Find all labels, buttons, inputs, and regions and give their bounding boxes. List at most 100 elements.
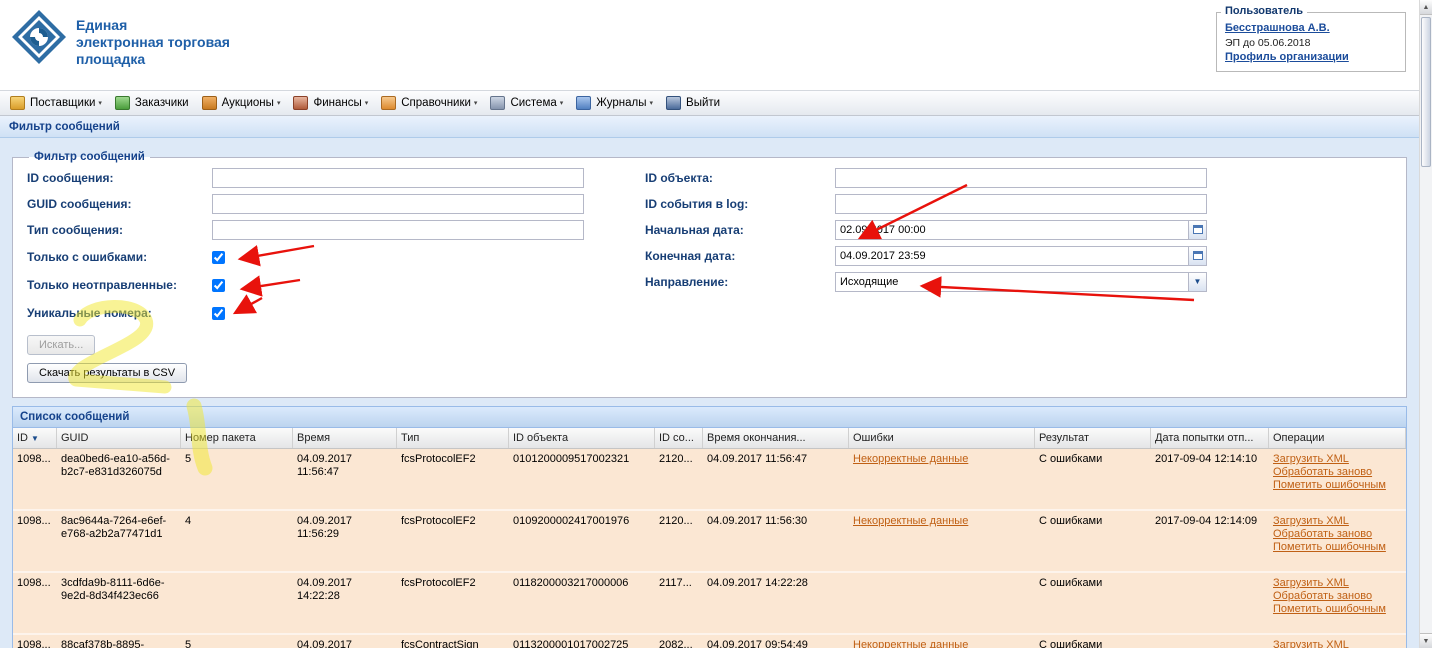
cell-guid: 3cdfda9b-8111-6d6e-9e2d-8d34f423ec66 xyxy=(61,577,165,602)
column-header-errors[interactable]: Ошибки xyxy=(849,428,1035,448)
cell-time: 04.09.2017 11:56:47 xyxy=(297,453,353,478)
column-header-operations[interactable]: Операции xyxy=(1269,428,1406,448)
message-guid-input[interactable] xyxy=(212,193,584,214)
menu-item-finances[interactable]: Финансы ▾ xyxy=(289,93,377,113)
column-header-guid[interactable]: GUID xyxy=(57,428,181,448)
cell-errors: Некорректные данные xyxy=(849,449,1035,509)
load-xml-link[interactable]: Загрузить XML xyxy=(1273,639,1402,648)
load-xml-link[interactable]: Загрузить XML xyxy=(1273,453,1402,466)
cell-result: С ошибками xyxy=(1039,639,1103,648)
cell-guid: 88caf378b-8895-08b7c5 xyxy=(61,639,145,648)
cell-operations: Загрузить XML Обработать заново Пометить… xyxy=(1269,511,1406,571)
cell-object-id: 0109200002417001976 xyxy=(513,515,630,527)
column-header-id[interactable]: ID ▼ xyxy=(13,428,57,448)
message-type-input[interactable] xyxy=(212,219,584,240)
user-panel-legend: Пользователь xyxy=(1221,5,1308,17)
table-row: 1098... 3cdfda9b-8111-6d6e-9e2d-8d34f423… xyxy=(13,573,1406,635)
cell-result: С ошибками xyxy=(1039,515,1103,527)
mark-erroneous-link[interactable]: Пометить ошибочным xyxy=(1273,603,1402,616)
app-title-line: площадка xyxy=(76,51,146,67)
table-row: 1098... 88caf378b-8895-08b7c5 5 04.09.20… xyxy=(13,635,1406,648)
column-header-time[interactable]: Время xyxy=(293,428,397,448)
reprocess-link[interactable]: Обработать заново xyxy=(1273,528,1402,541)
cell-id: 1098... xyxy=(17,453,51,465)
log-event-id-label: ID события в log: xyxy=(645,196,749,211)
start-date-calendar-button[interactable] xyxy=(1189,219,1207,240)
only-errors-checkbox[interactable] xyxy=(212,250,225,264)
cell-operations: Загрузить XML Обработать заново Пометить… xyxy=(1269,449,1406,509)
mark-erroneous-link[interactable]: Пометить ошибочным xyxy=(1273,541,1402,554)
error-details-link[interactable]: Некорректные данные xyxy=(853,453,968,465)
cell-type: fcsProtocolEF2 xyxy=(401,515,476,527)
vertical-scrollbar[interactable]: ▲ ▼ xyxy=(1419,0,1432,648)
cell-end-time: 04.09.2017 14:22:28 xyxy=(707,577,808,589)
reprocess-link[interactable]: Обработать заново xyxy=(1273,590,1402,603)
download-csv-button[interactable]: Скачать результаты в CSV xyxy=(27,363,188,383)
scroll-up-icon[interactable]: ▲ xyxy=(1420,0,1432,15)
menu-item-system[interactable]: Система ▾ xyxy=(486,93,572,113)
unique-numbers-checkbox[interactable] xyxy=(212,306,225,320)
message-id-input[interactable] xyxy=(212,167,584,188)
column-header-event-id[interactable]: ID со... xyxy=(655,428,703,448)
cell-attempt-date: 2017-09-04 12:14:10 xyxy=(1155,453,1258,465)
menu-item-customers[interactable]: Заказчики xyxy=(111,93,198,113)
finances-icon xyxy=(293,96,309,110)
load-xml-link[interactable]: Загрузить XML xyxy=(1273,515,1402,528)
cell-packet: 5 xyxy=(185,639,192,648)
column-header-result[interactable]: Результат xyxy=(1035,428,1151,448)
end-date-input[interactable] xyxy=(835,245,1189,266)
sort-desc-icon: ▼ xyxy=(31,434,39,443)
org-profile-link[interactable]: Профиль организации xyxy=(1225,50,1397,65)
cell-id: 1098... xyxy=(17,577,51,589)
column-header-object-id[interactable]: ID объекта xyxy=(509,428,655,448)
cell-event-id: 2120... xyxy=(659,453,693,465)
column-header-packet[interactable]: Номер пакета xyxy=(181,428,293,448)
column-header-type[interactable]: Тип xyxy=(397,428,509,448)
log-event-id-input[interactable] xyxy=(835,193,1207,214)
scroll-down-icon[interactable]: ▼ xyxy=(1420,633,1432,648)
only-unsent-checkbox[interactable] xyxy=(212,278,225,292)
column-header-end-time[interactable]: Время окончания... xyxy=(703,428,849,448)
start-date-input[interactable] xyxy=(835,219,1189,240)
cell-end-time: 04.09.2017 09:54:49 xyxy=(707,639,808,648)
start-date-label: Начальная дата: xyxy=(645,222,744,237)
calendar-icon xyxy=(1192,225,1203,234)
only-unsent-label: Только неотправленные: xyxy=(27,278,177,292)
user-name-link[interactable]: Бесстрашнова А.В. xyxy=(1225,21,1397,36)
cell-errors: Некорректные данные xyxy=(849,511,1035,571)
error-details-link[interactable]: Некорректные данные xyxy=(853,639,968,648)
results-panel-header: Список сообщений xyxy=(13,407,1406,428)
auctions-icon xyxy=(201,96,217,110)
mark-erroneous-link[interactable]: Пометить ошибочным xyxy=(1273,479,1402,492)
exit-icon xyxy=(666,96,682,110)
table-row: 1098... dea0bed6-ea10-a56d-b2c7-e831d326… xyxy=(13,449,1406,511)
message-type-label: Тип сообщения: xyxy=(27,222,123,237)
cell-end-time: 04.09.2017 11:56:30 xyxy=(707,515,808,527)
column-header-attempt-date[interactable]: Дата попытки отп... xyxy=(1151,428,1269,448)
chevron-down-icon: ▾ xyxy=(559,100,564,107)
menu-item-suppliers[interactable]: Поставщики ▾ xyxy=(6,93,111,113)
chevron-down-icon: ▼ xyxy=(1193,276,1202,286)
menu-item-auctions[interactable]: Аукционы ▾ xyxy=(198,93,290,113)
scrollbar-thumb[interactable] xyxy=(1421,17,1431,167)
error-details-link[interactable]: Некорректные данные xyxy=(853,515,968,527)
search-button[interactable]: Искать... xyxy=(27,335,96,355)
load-xml-link[interactable]: Загрузить XML xyxy=(1273,577,1402,590)
menu-item-journals[interactable]: Журналы ▾ xyxy=(572,93,662,113)
cell-errors: Некорректные данные xyxy=(849,635,1035,648)
direction-combo-trigger[interactable]: ▼ xyxy=(1189,271,1207,292)
cell-time: 04.09.2017 11:56:29 xyxy=(297,515,353,540)
page-title-bar: Фильтр сообщений xyxy=(0,116,1432,138)
menu-item-directories[interactable]: Справочники ▾ xyxy=(377,93,486,113)
app-title-line: электронная торговая xyxy=(76,34,230,50)
directories-icon xyxy=(381,96,397,110)
reprocess-link[interactable]: Обработать заново xyxy=(1273,466,1402,479)
menu-item-exit[interactable]: Выйти xyxy=(662,93,729,113)
user-cert-text: ЭП до 05.06.2018 xyxy=(1225,37,1311,49)
app-title-line: Единая xyxy=(76,17,128,33)
end-date-calendar-button[interactable] xyxy=(1189,245,1207,266)
direction-combo-input[interactable] xyxy=(835,271,1189,292)
results-panel: Список сообщений ID ▼ GUID Номер пакета В… xyxy=(12,406,1407,648)
cell-attempt-date xyxy=(1151,635,1269,648)
object-id-input[interactable] xyxy=(835,167,1207,188)
